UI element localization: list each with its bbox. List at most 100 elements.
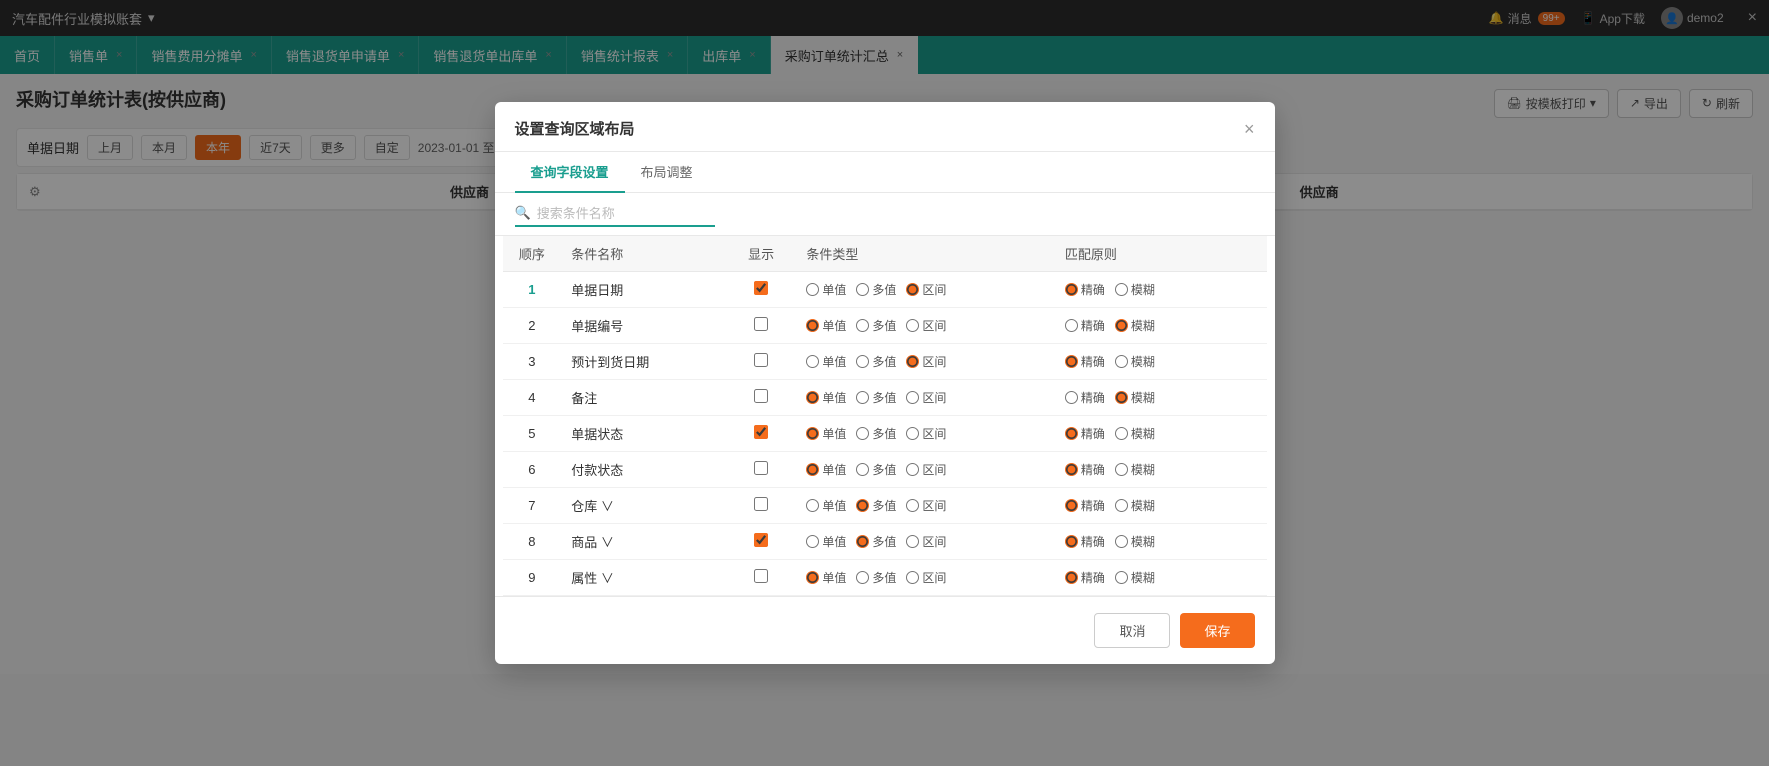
cond-type-radio-区间[interactable] bbox=[906, 463, 919, 476]
cond-type-option-0[interactable]: 单值 bbox=[806, 497, 846, 514]
cond-type-radio-区间[interactable] bbox=[906, 499, 919, 512]
cond-type-radio-区间[interactable] bbox=[906, 355, 919, 368]
cond-type-radio-区间[interactable] bbox=[906, 427, 919, 440]
search-input[interactable] bbox=[537, 206, 697, 221]
cond-type-option-2[interactable]: 区间 bbox=[906, 389, 946, 406]
match-radio-模糊[interactable] bbox=[1115, 571, 1128, 584]
display-checkbox[interactable] bbox=[754, 425, 768, 439]
match-radio-精确[interactable] bbox=[1065, 571, 1078, 584]
cond-type-radio-多值[interactable] bbox=[856, 283, 869, 296]
cond-type-option-2[interactable]: 区间 bbox=[906, 533, 946, 550]
cond-type-radio-单值[interactable] bbox=[806, 319, 819, 332]
cond-type-option-0[interactable]: 单值 bbox=[806, 353, 846, 370]
cond-type-radio-单值[interactable] bbox=[806, 499, 819, 512]
match-option-1[interactable]: 模糊 bbox=[1115, 317, 1155, 334]
modal-tab-layout[interactable]: 布局调整 bbox=[625, 152, 709, 193]
cond-type-radio-区间[interactable] bbox=[906, 319, 919, 332]
match-option-1[interactable]: 模糊 bbox=[1115, 497, 1155, 514]
match-radio-模糊[interactable] bbox=[1115, 355, 1128, 368]
cond-type-option-1[interactable]: 多值 bbox=[856, 461, 896, 478]
match-radio-模糊[interactable] bbox=[1115, 427, 1128, 440]
cond-type-option-0[interactable]: 单值 bbox=[806, 281, 846, 298]
match-option-1[interactable]: 模糊 bbox=[1115, 461, 1155, 478]
cond-type-option-1[interactable]: 多值 bbox=[856, 569, 896, 586]
cond-type-option-2[interactable]: 区间 bbox=[906, 425, 946, 442]
display-checkbox[interactable] bbox=[754, 389, 768, 403]
match-radio-模糊[interactable] bbox=[1115, 391, 1128, 404]
match-radio-精确[interactable] bbox=[1065, 319, 1078, 332]
cond-type-option-0[interactable]: 单值 bbox=[806, 389, 846, 406]
cancel-button[interactable]: 取消 bbox=[1094, 613, 1170, 648]
match-option-0[interactable]: 精确 bbox=[1065, 569, 1105, 586]
match-option-1[interactable]: 模糊 bbox=[1115, 533, 1155, 550]
cond-type-option-1[interactable]: 多值 bbox=[856, 497, 896, 514]
match-option-1[interactable]: 模糊 bbox=[1115, 569, 1155, 586]
match-radio-精确[interactable] bbox=[1065, 391, 1078, 404]
cond-type-radio-多值[interactable] bbox=[856, 463, 869, 476]
cond-type-radio-区间[interactable] bbox=[906, 391, 919, 404]
cond-type-radio-多值[interactable] bbox=[856, 427, 869, 440]
cond-type-radio-单值[interactable] bbox=[806, 283, 819, 296]
cond-type-option-2[interactable]: 区间 bbox=[906, 353, 946, 370]
cond-type-option-1[interactable]: 多值 bbox=[856, 317, 896, 334]
cond-type-radio-单值[interactable] bbox=[806, 427, 819, 440]
match-option-1[interactable]: 模糊 bbox=[1115, 353, 1155, 370]
cond-type-option-1[interactable]: 多值 bbox=[856, 425, 896, 442]
match-option-0[interactable]: 精确 bbox=[1065, 533, 1105, 550]
display-checkbox[interactable] bbox=[754, 281, 768, 295]
display-checkbox[interactable] bbox=[754, 569, 768, 583]
cond-type-option-0[interactable]: 单值 bbox=[806, 569, 846, 586]
cond-type-option-2[interactable]: 区间 bbox=[906, 281, 946, 298]
match-radio-精确[interactable] bbox=[1065, 535, 1078, 548]
match-radio-精确[interactable] bbox=[1065, 463, 1078, 476]
match-option-1[interactable]: 模糊 bbox=[1115, 389, 1155, 406]
cond-type-radio-区间[interactable] bbox=[906, 535, 919, 548]
match-option-0[interactable]: 精确 bbox=[1065, 425, 1105, 442]
cond-type-radio-区间[interactable] bbox=[906, 571, 919, 584]
cond-type-radio-单值[interactable] bbox=[806, 391, 819, 404]
match-radio-精确[interactable] bbox=[1065, 355, 1078, 368]
match-radio-模糊[interactable] bbox=[1115, 319, 1128, 332]
match-radio-精确[interactable] bbox=[1065, 427, 1078, 440]
match-radio-精确[interactable] bbox=[1065, 283, 1078, 296]
cond-type-radio-多值[interactable] bbox=[856, 319, 869, 332]
match-option-0[interactable]: 精确 bbox=[1065, 497, 1105, 514]
match-option-1[interactable]: 模糊 bbox=[1115, 425, 1155, 442]
save-button[interactable]: 保存 bbox=[1180, 613, 1254, 648]
cond-type-option-1[interactable]: 多值 bbox=[856, 389, 896, 406]
display-checkbox[interactable] bbox=[754, 533, 768, 547]
match-option-0[interactable]: 精确 bbox=[1065, 389, 1105, 406]
cond-type-option-1[interactable]: 多值 bbox=[856, 533, 896, 550]
cond-type-radio-多值[interactable] bbox=[856, 391, 869, 404]
match-radio-模糊[interactable] bbox=[1115, 463, 1128, 476]
cond-type-option-1[interactable]: 多值 bbox=[856, 281, 896, 298]
cond-type-option-0[interactable]: 单值 bbox=[806, 461, 846, 478]
cond-type-option-2[interactable]: 区间 bbox=[906, 497, 946, 514]
cond-type-radio-单值[interactable] bbox=[806, 535, 819, 548]
cond-type-radio-多值[interactable] bbox=[856, 499, 869, 512]
cond-type-radio-单值[interactable] bbox=[806, 463, 819, 476]
cond-type-option-2[interactable]: 区间 bbox=[906, 317, 946, 334]
match-radio-精确[interactable] bbox=[1065, 499, 1078, 512]
modal-close-button[interactable]: × bbox=[1244, 120, 1255, 138]
display-checkbox[interactable] bbox=[754, 497, 768, 511]
display-checkbox[interactable] bbox=[754, 461, 768, 475]
cond-type-radio-区间[interactable] bbox=[906, 283, 919, 296]
cond-type-radio-多值[interactable] bbox=[856, 535, 869, 548]
cond-type-option-2[interactable]: 区间 bbox=[906, 461, 946, 478]
match-radio-模糊[interactable] bbox=[1115, 535, 1128, 548]
match-option-0[interactable]: 精确 bbox=[1065, 281, 1105, 298]
cond-type-option-0[interactable]: 单值 bbox=[806, 317, 846, 334]
match-option-0[interactable]: 精确 bbox=[1065, 317, 1105, 334]
match-option-0[interactable]: 精确 bbox=[1065, 461, 1105, 478]
cond-type-radio-多值[interactable] bbox=[856, 355, 869, 368]
match-radio-模糊[interactable] bbox=[1115, 283, 1128, 296]
cond-type-option-0[interactable]: 单值 bbox=[806, 425, 846, 442]
match-option-1[interactable]: 模糊 bbox=[1115, 281, 1155, 298]
match-radio-模糊[interactable] bbox=[1115, 499, 1128, 512]
cond-type-radio-单值[interactable] bbox=[806, 571, 819, 584]
cond-type-option-1[interactable]: 多值 bbox=[856, 353, 896, 370]
cond-type-option-0[interactable]: 单值 bbox=[806, 533, 846, 550]
cond-type-radio-多值[interactable] bbox=[856, 571, 869, 584]
display-checkbox[interactable] bbox=[754, 353, 768, 367]
